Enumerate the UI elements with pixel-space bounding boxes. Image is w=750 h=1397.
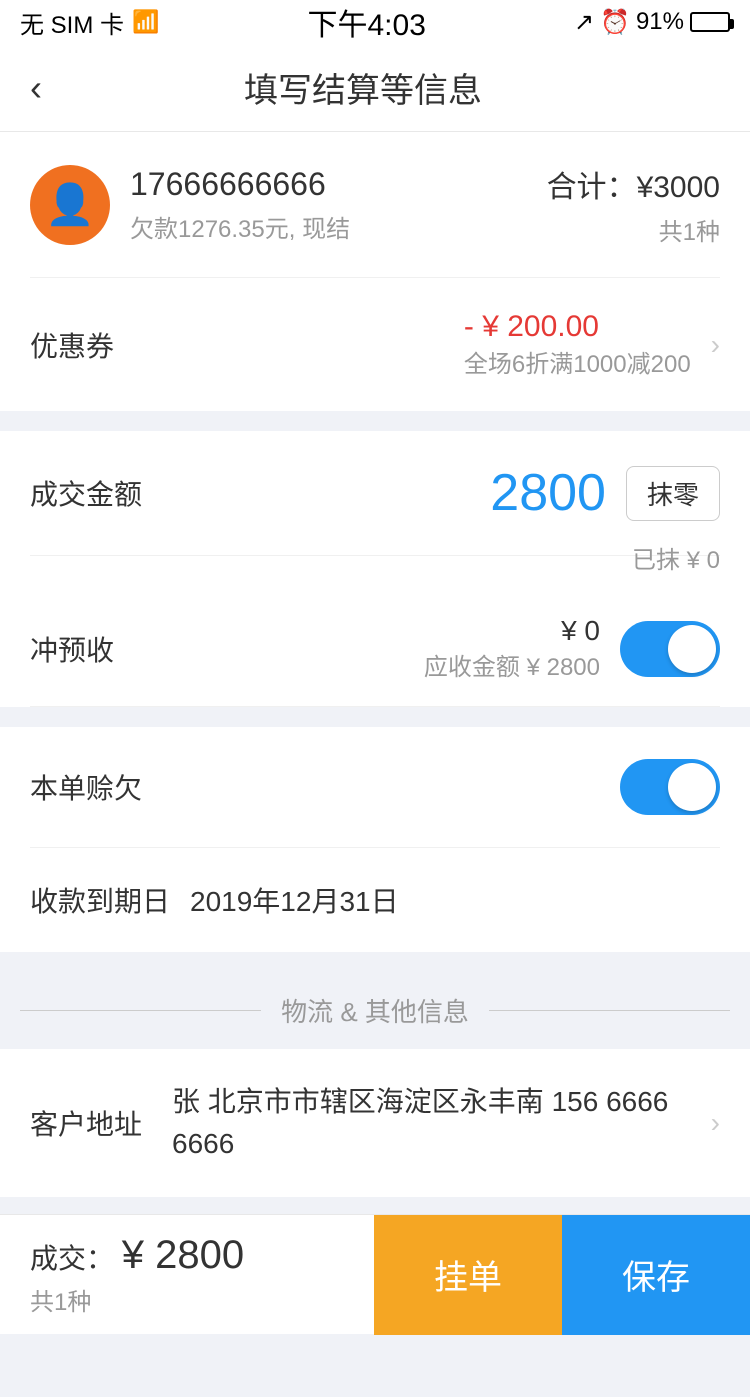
status-right: ↗ ⏰ 91% bbox=[574, 8, 730, 37]
bottom-deal-label: 成交： ¥ 2800 bbox=[30, 1233, 344, 1278]
logistics-header-text: 物流 & 其他信息 bbox=[281, 992, 469, 1029]
prepay-receivable: 应收金额 ¥ 2800 bbox=[424, 647, 600, 682]
back-button[interactable]: ‹ bbox=[30, 67, 62, 109]
address-value: 张 北京市市辖区海淀区永丰南 156 6666 6666 bbox=[172, 1081, 703, 1165]
wifi-icon: 📶 bbox=[132, 9, 159, 35]
deal-amount-sub: 已抹 ¥ 0 bbox=[632, 547, 720, 574]
duedate-value: 2019年12月31日 bbox=[190, 880, 399, 920]
arrears-card: 本单赊欠 收款到期日 2019年12月31日 bbox=[0, 727, 750, 952]
round-button[interactable]: 抹零 bbox=[626, 466, 720, 521]
header-line-left bbox=[20, 1010, 261, 1011]
avatar-icon: 👤 bbox=[45, 181, 95, 228]
section-gap-3 bbox=[0, 952, 750, 972]
coupon-value: - ¥ 200.00 bbox=[464, 310, 691, 344]
status-time: 下午4:03 bbox=[307, 0, 425, 44]
avatar: 👤 bbox=[30, 165, 110, 245]
header-line-right bbox=[489, 1010, 730, 1011]
arrears-label: 本单赊欠 bbox=[30, 767, 620, 807]
bottom-bar: 成交： ¥ 2800 共1种 挂单 保存 bbox=[0, 1214, 750, 1334]
address-card: 客户地址 张 北京市市辖区海淀区永丰南 156 6666 6666 › bbox=[0, 1049, 750, 1197]
bottom-summary: 成交： ¥ 2800 共1种 bbox=[0, 1233, 374, 1317]
total-count: 共1种 bbox=[547, 212, 720, 247]
prepay-label: 冲预收 bbox=[30, 629, 424, 669]
coupon-chevron: › bbox=[711, 329, 720, 361]
arrears-toggle[interactable] bbox=[620, 759, 720, 815]
prepay-row: 冲预收 ¥ 0 应收金额 ¥ 2800 bbox=[30, 591, 720, 707]
user-info-card: 👤 17666666666 欠款1276.35元, 现结 合计：¥3000 共1… bbox=[0, 132, 750, 411]
address-row[interactable]: 客户地址 张 北京市市辖区海淀区永丰南 156 6666 6666 › bbox=[30, 1049, 720, 1197]
toggle-knob bbox=[668, 625, 716, 673]
arrears-toggle-knob bbox=[668, 763, 716, 811]
prepay-values: ¥ 0 应收金额 ¥ 2800 bbox=[424, 615, 600, 682]
bottom-deal-amount: ¥ 2800 bbox=[122, 1233, 244, 1277]
no-sim-label: 无 SIM 卡 bbox=[20, 5, 124, 40]
nav-bar: ‹ 填写结算等信息 bbox=[0, 44, 750, 132]
user-phone: 17666666666 bbox=[130, 166, 547, 203]
coupon-right: - ¥ 200.00 全场6折满1000减200 › bbox=[464, 310, 720, 379]
status-left: 无 SIM 卡 📶 bbox=[20, 5, 159, 40]
address-chevron: › bbox=[711, 1107, 720, 1139]
hang-button[interactable]: 挂单 bbox=[374, 1215, 562, 1335]
location-icon: ↗ bbox=[574, 8, 594, 37]
status-bar: 无 SIM 卡 📶 下午4:03 ↗ ⏰ 91% bbox=[0, 0, 750, 44]
user-info: 17666666666 欠款1276.35元, 现结 bbox=[130, 166, 547, 244]
duedate-label: 收款到期日 bbox=[30, 880, 170, 920]
deal-amount-section: 成交金额 2800 抹零 已抹 ¥ 0 冲预收 ¥ 0 应收金额 ¥ 2800 bbox=[0, 431, 750, 707]
deal-amount-row: 成交金额 2800 抹零 bbox=[30, 431, 720, 556]
section-gap-1 bbox=[0, 411, 750, 431]
logistics-header: 物流 & 其他信息 bbox=[0, 972, 750, 1049]
bottom-deal-count: 共1种 bbox=[30, 1282, 344, 1317]
page-title: 填写结算等信息 bbox=[62, 63, 664, 112]
coupon-label: 优惠券 bbox=[30, 325, 114, 365]
coupon-desc: 全场6折满1000减200 bbox=[464, 344, 691, 379]
alarm-icon: ⏰ bbox=[600, 8, 630, 37]
user-row: 👤 17666666666 欠款1276.35元, 现结 合计：¥3000 共1… bbox=[30, 132, 720, 278]
battery-percent: 91% bbox=[636, 8, 684, 36]
prepay-toggle[interactable] bbox=[620, 621, 720, 677]
arrears-row: 本单赊欠 bbox=[30, 727, 720, 848]
save-button[interactable]: 保存 bbox=[562, 1215, 750, 1335]
duedate-row: 收款到期日 2019年12月31日 bbox=[30, 848, 720, 952]
total-amount: 合计：¥3000 bbox=[547, 162, 720, 206]
section-gap-2 bbox=[0, 707, 750, 727]
prepay-amount: ¥ 0 bbox=[424, 615, 600, 647]
battery-icon bbox=[690, 12, 730, 32]
user-subtitle: 欠款1276.35元, 现结 bbox=[130, 209, 547, 244]
deal-amount-label: 成交金额 bbox=[30, 473, 490, 513]
prepay-right: ¥ 0 应收金额 ¥ 2800 bbox=[424, 615, 720, 682]
coupon-row[interactable]: 优惠券 - ¥ 200.00 全场6折满1000减200 › bbox=[30, 278, 720, 411]
user-total: 合计：¥3000 共1种 bbox=[547, 162, 720, 247]
address-label: 客户地址 bbox=[30, 1103, 142, 1143]
deal-amount-value: 2800 bbox=[490, 463, 606, 523]
